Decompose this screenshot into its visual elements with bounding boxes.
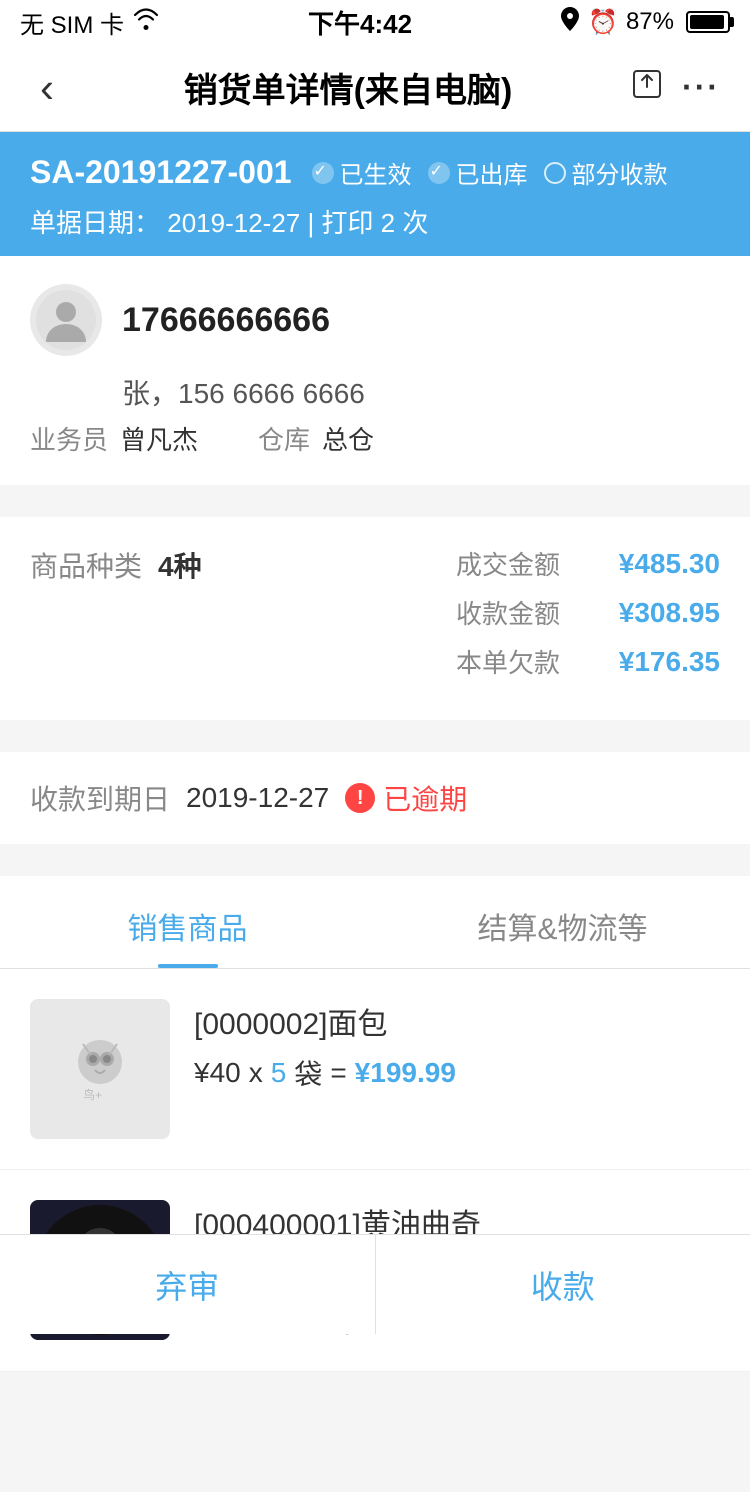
product-unit-1: 袋 [294, 1053, 322, 1093]
due-label: 收款到期日 [30, 778, 170, 818]
clock-icon [544, 162, 566, 184]
product-item-1: 鸟+ [0000002]面包 ¥40 x 5 袋 = ¥199.99 [0, 969, 750, 1170]
cancel-button[interactable]: 弃审 [0, 1235, 376, 1334]
status-bar: 无 SIM 卡 下午4:42 ⏰ 87% [0, 0, 750, 44]
salesperson-value: 曾凡杰 [120, 420, 198, 457]
overdue-icon: ! [345, 783, 375, 813]
product-total-1: ¥199.99 [355, 1057, 456, 1089]
amount-received-label: 收款金额 [456, 594, 560, 631]
order-header: SA-20191227-001 已生效 已出库 部分收款 单据日期： 2019-… [0, 132, 750, 256]
status-time: 下午4:42 [308, 4, 412, 41]
separator-3 [0, 860, 750, 876]
order-id: SA-20191227-001 [30, 154, 292, 191]
amount-deal-value: ¥485.30 [580, 548, 720, 580]
salesperson-label: 业务员 [30, 420, 108, 457]
status-left: 无 SIM 卡 [20, 5, 160, 40]
order-date: 单据日期： 2019-12-27 | 打印 2 次 [30, 203, 720, 240]
customer-section: 17666666666 张，156 6666 6666 业务员 曾凡杰 仓库 总… [0, 256, 750, 485]
product-types-label: 商品种类 [30, 545, 142, 585]
amount-item-deal: 成交金额 ¥485.30 [456, 545, 720, 582]
product-name-1: [0000002]面包 [194, 999, 720, 1043]
amounts: 成交金额 ¥485.30 收款金额 ¥308.95 本单欠款 ¥176.35 [456, 545, 720, 692]
salesperson-info: 业务员 曾凡杰 [30, 420, 198, 457]
bottom-spacer [0, 1372, 750, 1492]
product-price-1: ¥40 [194, 1057, 241, 1089]
product-types-item: 商品种类 4种 [30, 545, 202, 585]
amount-item-debt: 本单欠款 ¥176.35 [456, 643, 720, 680]
product-thumb-1: 鸟+ [30, 999, 170, 1139]
back-button[interactable]: ‹ [30, 54, 64, 122]
confirm-button[interactable]: 收款 [376, 1235, 750, 1334]
product-types-value: 4种 [158, 545, 202, 585]
carrier-text: 无 SIM 卡 [20, 5, 124, 40]
summary-section: 商品种类 4种 成交金额 ¥485.30 收款金额 ¥308.95 本单欠款 ¥… [0, 517, 750, 720]
status-tags: 已生效 已出库 部分收款 [312, 155, 668, 190]
due-section: 收款到期日 2019-12-27 ! 已逾期 [0, 752, 750, 844]
more-button[interactable]: ··· [682, 69, 720, 106]
amount-debt-label: 本单欠款 [456, 643, 560, 680]
battery-text: 87% [626, 8, 674, 36]
customer-info-row: 业务员 曾凡杰 仓库 总仓 [30, 420, 720, 457]
nav-bar: ‹ 销货单详情(来自电脑) ··· [0, 44, 750, 132]
status-right: ⏰ 87% [560, 7, 730, 38]
product-price-row-1: ¥40 x 5 袋 = ¥199.99 [194, 1053, 720, 1093]
amount-item-received: 收款金额 ¥308.95 [456, 594, 720, 631]
tab-settlement[interactable]: 结算&物流等 [375, 876, 750, 968]
alarm-icon: ⏰ [588, 8, 618, 37]
separator-1 [0, 501, 750, 517]
customer-id: 17666666666 [122, 301, 330, 340]
check-icon-2 [428, 162, 450, 184]
svg-text:鸟+: 鸟+ [83, 1087, 102, 1102]
warehouse-label: 仓库 [258, 420, 310, 457]
wifi-icon [132, 8, 160, 37]
tabs-bar: 销售商品 结算&物流等 [0, 876, 750, 969]
location-icon [560, 7, 580, 38]
page-title: 销货单详情(来自电脑) [184, 63, 513, 112]
customer-phone: 张，156 6666 6666 [122, 372, 720, 412]
amount-received-value: ¥308.95 [580, 597, 720, 629]
status-shipped: 已出库 [428, 155, 528, 190]
status-effective: 已生效 [312, 155, 412, 190]
amount-debt-value: ¥176.35 [580, 646, 720, 678]
overdue-text: 已逾期 [383, 778, 467, 818]
avatar [30, 284, 102, 356]
product-qty-1: 5 [271, 1057, 287, 1089]
due-date-value: 2019-12-27 [186, 782, 329, 814]
separator-2 [0, 736, 750, 752]
amount-deal-label: 成交金额 [456, 545, 560, 582]
tabs-section: 销售商品 结算&物流等 [0, 876, 750, 969]
product-info-1: [0000002]面包 ¥40 x 5 袋 = ¥199.99 [194, 999, 720, 1093]
check-icon-1 [312, 162, 334, 184]
nav-actions: ··· [632, 69, 720, 107]
tab-sales-products[interactable]: 销售商品 [0, 876, 375, 968]
warehouse-value: 总仓 [322, 420, 374, 457]
share-button[interactable] [632, 69, 662, 107]
warehouse-info: 仓库 总仓 [258, 420, 374, 457]
battery-icon [686, 11, 730, 33]
overdue-badge: ! 已逾期 [345, 778, 467, 818]
bottom-bar: 弃审 收款 [0, 1234, 750, 1334]
status-partial: 部分收款 [544, 155, 668, 190]
